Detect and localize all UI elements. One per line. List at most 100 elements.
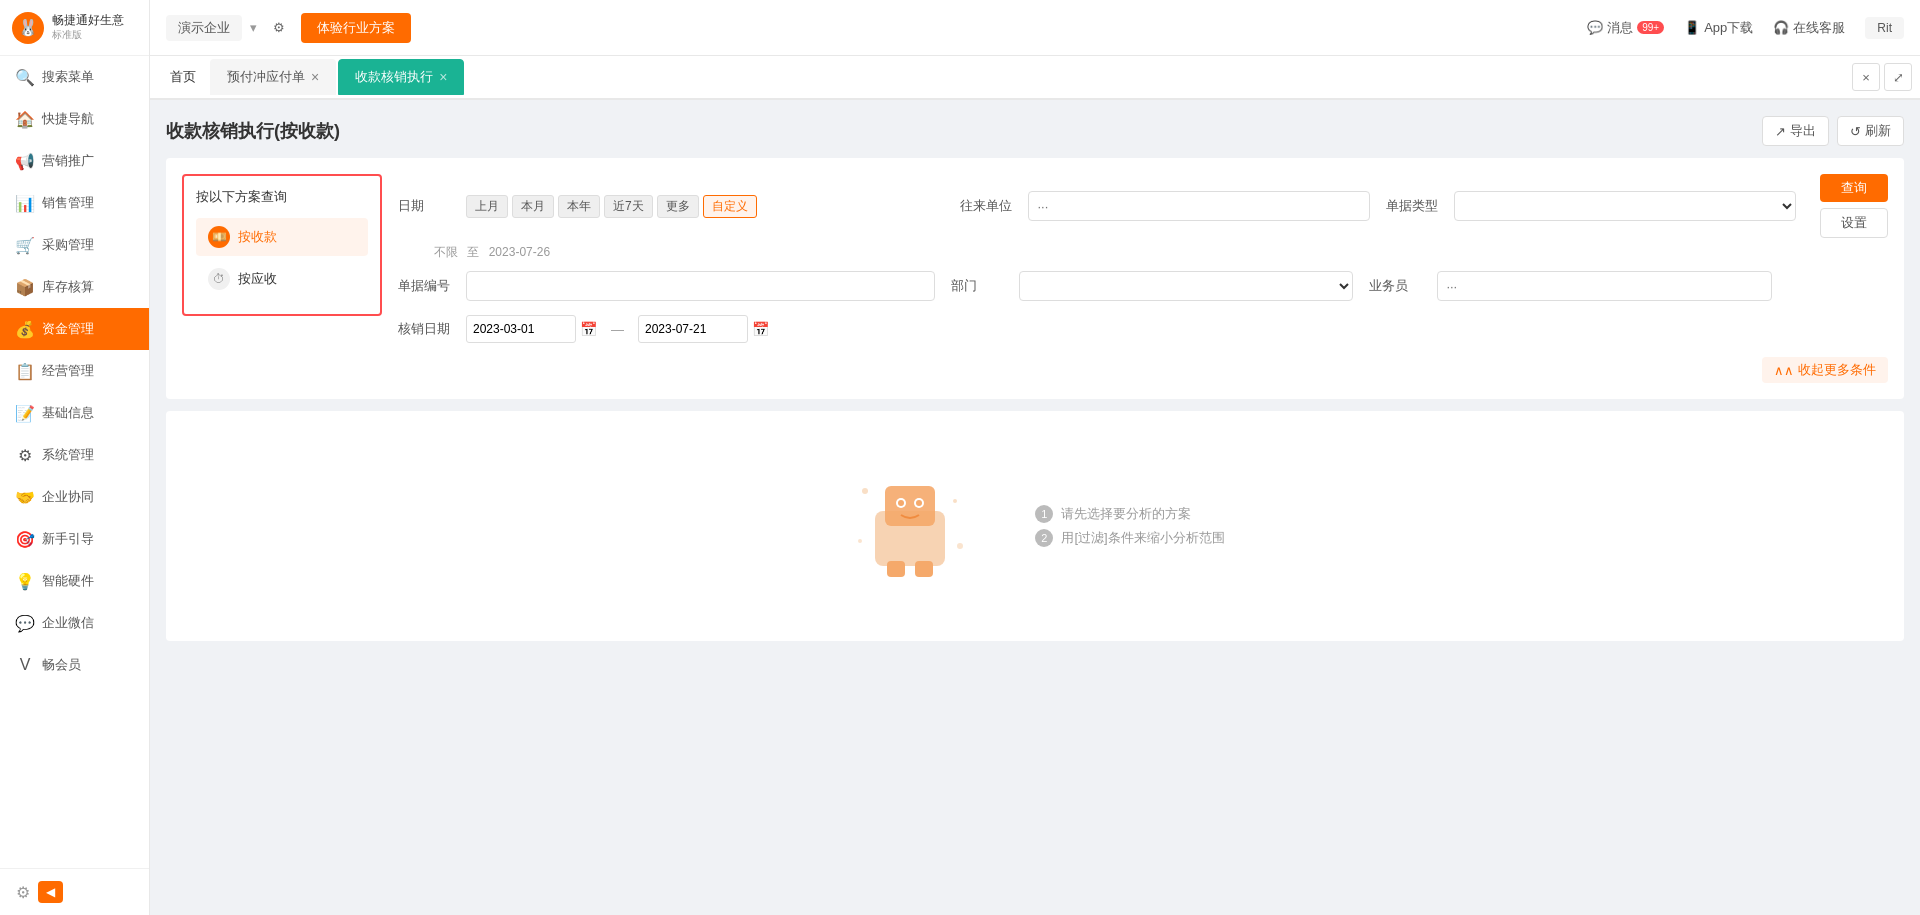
- department-field: 部门: [951, 271, 1354, 301]
- filter-layout: 按以下方案查询 💴 按收款 ⏱ 按应收 》: [182, 174, 1888, 383]
- salesperson-input[interactable]: [1437, 271, 1772, 301]
- nav-icon-wechat: 💬: [16, 614, 34, 632]
- date-this-year[interactable]: 本年: [558, 195, 600, 218]
- empty-tip-1: 1 请先选择要分析的方案: [1035, 505, 1224, 523]
- sidebar-item-newbie[interactable]: 🎯新手引导: [0, 518, 149, 560]
- tab-prepay-close[interactable]: ×: [311, 69, 319, 85]
- filter-option-collection[interactable]: 💴 按收款: [196, 218, 368, 256]
- nav-label-member: 畅会员: [42, 656, 81, 674]
- main-area: 演示企业 ▾ ⚙ 体验行业方案 💬 消息 99+ 📱 App下载 🎧 在线客服 …: [150, 0, 1920, 915]
- sidebar-item-operations[interactable]: 📋 经营管理: [0, 350, 149, 392]
- nav-label-basicinfo: 基础信息: [42, 404, 94, 422]
- verify-date-end-calendar[interactable]: 📅: [752, 321, 769, 337]
- tab-collection[interactable]: 收款核销执行 ×: [338, 59, 464, 95]
- sidebar-item-hardware[interactable]: 💡 智能硬件: [0, 560, 149, 602]
- more-conditions-area: ∧∧ 收起更多条件: [398, 357, 1888, 383]
- sidebar-item-finance[interactable]: 💰资金管理: [0, 308, 149, 350]
- settings-icon[interactable]: ⚙: [16, 883, 30, 902]
- sidebar-item-quicknav[interactable]: 🏠快捷导航: [0, 98, 149, 140]
- message-icon: 💬: [1587, 20, 1603, 35]
- nav-icon-quicknav: 🏠: [16, 110, 34, 128]
- query-button[interactable]: 查询: [1820, 174, 1888, 202]
- topbar-left: 演示企业 ▾ ⚙ 体验行业方案: [166, 13, 411, 43]
- date-nolimit-label: 不限: [434, 245, 458, 259]
- date-7days[interactable]: 近7天: [604, 195, 653, 218]
- sidebar-item-wechat[interactable]: 💬 企业微信: [0, 602, 149, 644]
- nav-label-finance: 资金管理: [42, 320, 94, 338]
- partner-input[interactable]: [1028, 191, 1370, 221]
- nav-icon-hardware: 💡: [16, 572, 34, 590]
- logo-text: 畅捷通好生意: [52, 13, 124, 29]
- collapse-button[interactable]: ◀: [38, 881, 63, 903]
- sidebar-item-search[interactable]: 🔍搜索菜单: [0, 56, 149, 98]
- nav-label-hardware: 智能硬件: [42, 572, 94, 590]
- empty-state: 1 请先选择要分析的方案 2 用[过滤]条件来缩小分析范围: [166, 411, 1904, 641]
- company-dropdown-icon[interactable]: ▾: [250, 20, 257, 35]
- app-download-action[interactable]: 📱 App下载: [1684, 19, 1753, 37]
- filter-row-3: 核销日期 📅 — 📅: [398, 315, 1888, 343]
- close-tab-btn[interactable]: ×: [1852, 63, 1880, 91]
- sidebar-item-enterprise[interactable]: 🤝 企业协同: [0, 476, 149, 518]
- sidebar-item-marketing[interactable]: 📢营销推广: [0, 140, 149, 182]
- doc-number-field: 单据编号: [398, 271, 935, 301]
- company-name[interactable]: 演示企业: [166, 15, 242, 41]
- nav-label-operations: 经营管理: [42, 362, 94, 380]
- department-select[interactable]: [1019, 271, 1354, 301]
- verify-date-separator: —: [611, 322, 624, 337]
- message-label: 消息: [1607, 19, 1633, 37]
- empty-tip-2-label: 用[过滤]条件来缩小分析范围: [1061, 529, 1224, 547]
- sidebar-item-member[interactable]: V畅会员: [0, 644, 149, 686]
- svg-rect-1: [885, 486, 935, 526]
- sidebar-item-system[interactable]: ⚙系统管理: [0, 434, 149, 476]
- sidebar-item-basicinfo[interactable]: 📝 基础信息: [0, 392, 149, 434]
- date-more[interactable]: 更多: [657, 195, 699, 218]
- service-action[interactable]: 🎧 在线客服: [1773, 19, 1845, 37]
- nav-icon-sales: 📊: [16, 194, 34, 212]
- settings-button[interactable]: 设置: [1820, 208, 1888, 238]
- nav-label-sales: 销售管理: [42, 194, 94, 212]
- expand-tab-btn[interactable]: ⤢: [1884, 63, 1912, 91]
- tab-home[interactable]: 首页: [158, 59, 208, 95]
- date-this-month[interactable]: 本月: [512, 195, 554, 218]
- filter-option-receivable[interactable]: ⏱ 按应收: [196, 260, 368, 298]
- nav-label-newbie: 新手引导: [42, 530, 94, 548]
- doc-number-input[interactable]: [466, 271, 935, 301]
- partner-label: 往来单位: [960, 197, 1020, 215]
- verify-date-label: 核销日期: [398, 320, 458, 338]
- nav-icon-operations: 📋: [16, 362, 34, 380]
- export-button[interactable]: ↗ 导出: [1762, 116, 1829, 146]
- verify-date-start-calendar[interactable]: 📅: [580, 321, 597, 337]
- nav-icon-basicinfo: 📝: [16, 404, 34, 422]
- filter-row-2: 单据编号 部门 业务员: [398, 271, 1888, 301]
- verify-date-start-wrap: 📅: [466, 315, 597, 343]
- nav-icon-enterprise: 🤝: [16, 488, 34, 506]
- tab-prepay[interactable]: 预付冲应付单 ×: [210, 59, 336, 95]
- tabbar: 首页 预付冲应付单 × 收款核销执行 × × ⤢: [150, 56, 1920, 100]
- verify-date-end[interactable]: [638, 315, 748, 343]
- tab-collection-close[interactable]: ×: [439, 69, 447, 85]
- nav-label-marketing: 营销推广: [42, 152, 94, 170]
- sidebar-item-inventory[interactable]: 📦库存核算: [0, 266, 149, 308]
- more-conditions-button[interactable]: ∧∧ 收起更多条件: [1762, 357, 1888, 383]
- empty-svg: [845, 471, 975, 581]
- receivable-icon: ⏱: [208, 268, 230, 290]
- date-custom[interactable]: 自定义: [703, 195, 757, 218]
- refresh-button[interactable]: ↺ 刷新: [1837, 116, 1904, 146]
- tabbar-actions: × ⤢: [1852, 63, 1920, 91]
- verify-date-start[interactable]: [466, 315, 576, 343]
- sidebar-item-sales[interactable]: 📊 销售管理: [0, 182, 149, 224]
- verify-date-end-wrap: 📅: [638, 315, 769, 343]
- doc-type-select[interactable]: [1454, 191, 1796, 221]
- date-last-month[interactable]: 上月: [466, 195, 508, 218]
- date-field: 日期 上月 本月 本年 近7天 更多 自定义: [398, 195, 944, 218]
- export-label: 导出: [1790, 122, 1816, 140]
- topbar-gear-icon[interactable]: ⚙: [265, 14, 293, 42]
- nav-label-wechat: 企业微信: [42, 614, 94, 632]
- message-action[interactable]: 💬 消息 99+: [1587, 19, 1664, 37]
- user-name[interactable]: Rit: [1865, 17, 1904, 39]
- sidebar-item-purchase[interactable]: 🛒采购管理: [0, 224, 149, 266]
- nav-label-enterprise: 企业协同: [42, 488, 94, 506]
- empty-tip-2: 2 用[过滤]条件来缩小分析范围: [1035, 529, 1224, 547]
- service-label: 在线客服: [1793, 19, 1845, 37]
- solution-button[interactable]: 体验行业方案: [301, 13, 411, 43]
